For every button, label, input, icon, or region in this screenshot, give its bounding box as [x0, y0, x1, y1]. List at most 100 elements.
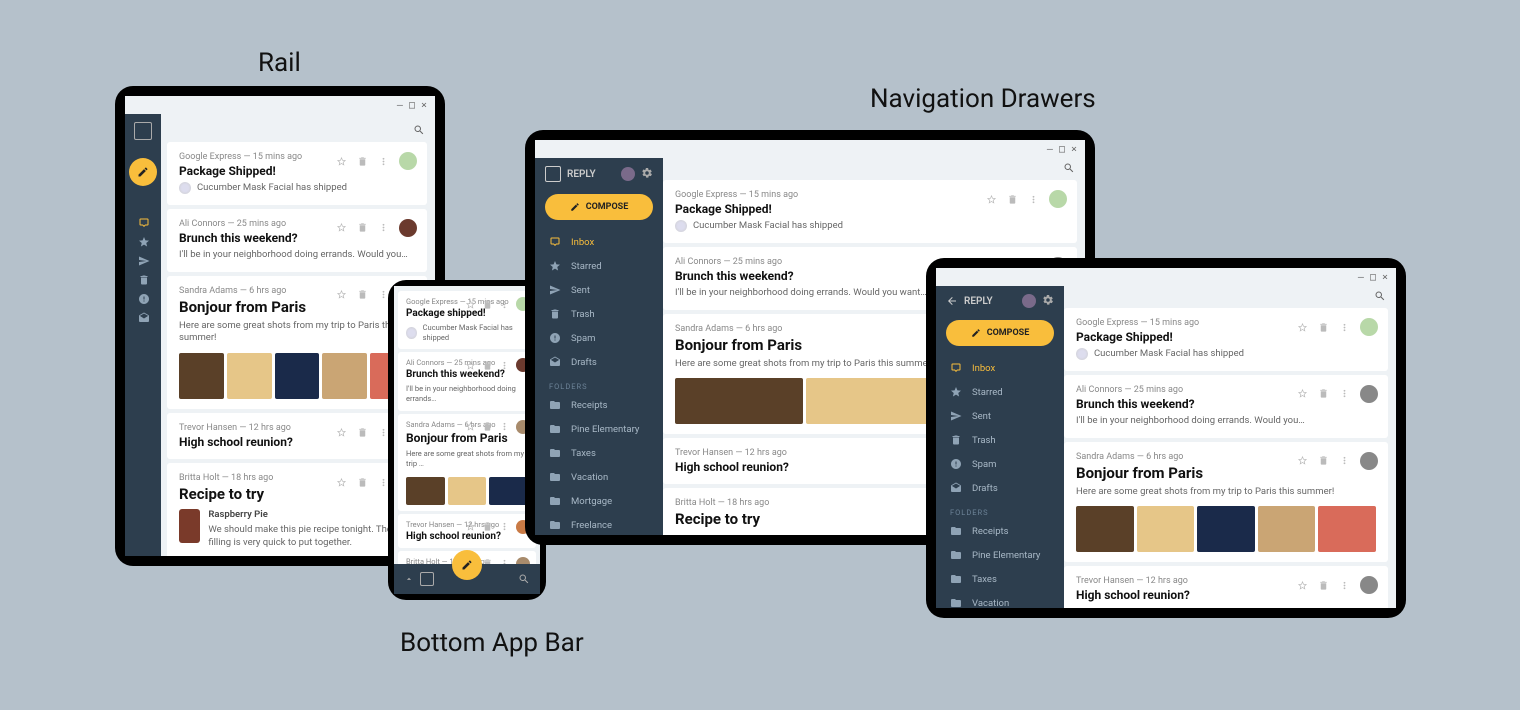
more-icon[interactable]: [378, 156, 389, 167]
email-card[interactable]: Ali Connors — 25 mins agoBrunch this wee…: [167, 209, 427, 272]
folder-item[interactable]: Mortgage: [535, 489, 663, 513]
star-icon[interactable]: [1297, 580, 1308, 591]
delete-icon[interactable]: [482, 360, 493, 371]
more-icon[interactable]: [1339, 455, 1350, 466]
email-card[interactable]: Sandra Adams — 6 hrs agoBonjour from Par…: [1064, 442, 1388, 563]
folder-label: Vacation: [571, 472, 608, 483]
search-icon[interactable]: [1374, 290, 1386, 302]
folder-item[interactable]: Receipts: [936, 519, 1064, 543]
gear-icon[interactable]: [641, 167, 653, 179]
star-icon[interactable]: [465, 299, 476, 310]
delete-icon[interactable]: [482, 521, 493, 532]
more-icon[interactable]: [378, 222, 389, 233]
drawer-item-spam[interactable]: Spam: [936, 452, 1064, 476]
compose-fab[interactable]: [129, 158, 157, 186]
drawer-item-star[interactable]: Starred: [535, 254, 663, 278]
drawer-item-label: Trash: [571, 309, 595, 320]
star-icon[interactable]: [1297, 322, 1308, 333]
delete-icon[interactable]: [357, 289, 368, 300]
folder-item[interactable]: Receipts: [535, 393, 663, 417]
folder-item[interactable]: Vacation: [535, 465, 663, 489]
search-icon[interactable]: [518, 573, 530, 585]
star-icon[interactable]: [336, 289, 347, 300]
email-card[interactable]: Trevor Hansen — 12 hrs agoHigh school re…: [1064, 566, 1388, 608]
drawer-item-spam[interactable]: Spam: [535, 326, 663, 350]
drawer-item-star[interactable]: Starred: [936, 380, 1064, 404]
star-icon[interactable]: [1297, 388, 1308, 399]
delete-icon[interactable]: [357, 156, 368, 167]
star-icon[interactable]: [336, 222, 347, 233]
search-icon[interactable]: [413, 124, 425, 136]
drawer-item-drafts[interactable]: Drafts: [535, 350, 663, 374]
rail-item-star[interactable]: [138, 236, 148, 246]
delete-icon[interactable]: [357, 427, 368, 438]
drawer-item-trash[interactable]: Trash: [936, 428, 1064, 452]
window-controls: —□×: [535, 140, 1085, 159]
more-icon[interactable]: [1028, 194, 1039, 205]
email-card[interactable]: Ali Connors — 25 mins agoBrunch this wee…: [398, 352, 536, 410]
compose-button[interactable]: COMPOSE: [946, 320, 1054, 346]
folder-item[interactable]: Vacation: [936, 591, 1064, 608]
email-card[interactable]: Sandra Adams — 6 hrs agoBonjour from Par…: [398, 414, 536, 511]
rail-item-inbox[interactable]: [138, 217, 148, 227]
folder-item[interactable]: Taxes: [535, 441, 663, 465]
more-icon[interactable]: [1339, 580, 1350, 591]
more-icon[interactable]: [1339, 388, 1350, 399]
email-card[interactable]: Ali Connors — 25 mins agoBrunch this wee…: [1064, 375, 1388, 438]
delete-icon[interactable]: [482, 421, 493, 432]
drawer-item-inbox[interactable]: Inbox: [936, 356, 1064, 380]
star-icon[interactable]: [465, 360, 476, 371]
folder-item[interactable]: Taxes: [936, 567, 1064, 591]
delete-icon[interactable]: [1318, 322, 1329, 333]
compose-button[interactable]: COMPOSE: [545, 194, 653, 220]
rail-item-drafts[interactable]: [138, 312, 148, 322]
delete-icon[interactable]: [482, 299, 493, 310]
folder-item[interactable]: Pine Elementary: [936, 543, 1064, 567]
more-icon[interactable]: [1339, 322, 1350, 333]
email-card[interactable]: Google Express — 15 mins agoPackage Ship…: [1064, 308, 1388, 371]
delete-icon[interactable]: [1318, 388, 1329, 399]
chevron-up-icon[interactable]: [404, 574, 414, 584]
drawer-item-label: Drafts: [571, 357, 597, 368]
delete-icon[interactable]: [1007, 194, 1018, 205]
drawer-item-label: Inbox: [571, 237, 594, 248]
star-icon[interactable]: [336, 427, 347, 438]
delete-icon[interactable]: [357, 477, 368, 488]
star-icon[interactable]: [465, 421, 476, 432]
folder-item[interactable]: Freelance: [535, 513, 663, 535]
star-icon[interactable]: [336, 156, 347, 167]
star-icon[interactable]: [465, 521, 476, 532]
drawer-item-drafts[interactable]: Drafts: [936, 476, 1064, 500]
more-icon[interactable]: [499, 299, 510, 310]
email-card[interactable]: Google Express — 15 mins agoPackage Ship…: [663, 180, 1077, 243]
avatar[interactable]: [1022, 294, 1036, 308]
search-icon[interactable]: [1063, 162, 1075, 174]
drawer-item-trash[interactable]: Trash: [535, 302, 663, 326]
star-icon[interactable]: [986, 194, 997, 205]
compose-fab[interactable]: [452, 550, 482, 580]
drawer-item-sent[interactable]: Sent: [535, 278, 663, 302]
back-icon[interactable]: [946, 295, 958, 307]
email-card[interactable]: Google Express — 15 mins agoPackage Ship…: [167, 142, 427, 205]
email-card[interactable]: Google Express — 15 mins agoPackage ship…: [398, 291, 536, 349]
avatar[interactable]: [621, 167, 635, 181]
rail-item-sent[interactable]: [138, 255, 148, 265]
folder-label: Mortgage: [571, 496, 612, 507]
delete-icon[interactable]: [1318, 455, 1329, 466]
email-card[interactable]: Trevor Hansen — 12 hrs agoHigh school re…: [398, 514, 536, 548]
rail-item-trash[interactable]: [138, 274, 148, 284]
star-icon[interactable]: [336, 477, 347, 488]
drawer-item-inbox[interactable]: Inbox: [535, 230, 663, 254]
drawer-item-sent[interactable]: Sent: [936, 404, 1064, 428]
folder-label: Receipts: [571, 400, 608, 411]
star-icon[interactable]: [1297, 455, 1308, 466]
gear-icon[interactable]: [1042, 294, 1054, 306]
more-icon[interactable]: [499, 360, 510, 371]
email-body: I'll be in your neighborhood doing erran…: [1076, 415, 1376, 428]
rail-item-spam[interactable]: [138, 293, 148, 303]
more-icon[interactable]: [499, 421, 510, 432]
more-icon[interactable]: [499, 521, 510, 532]
delete-icon[interactable]: [357, 222, 368, 233]
folder-item[interactable]: Pine Elementary: [535, 417, 663, 441]
delete-icon[interactable]: [1318, 580, 1329, 591]
